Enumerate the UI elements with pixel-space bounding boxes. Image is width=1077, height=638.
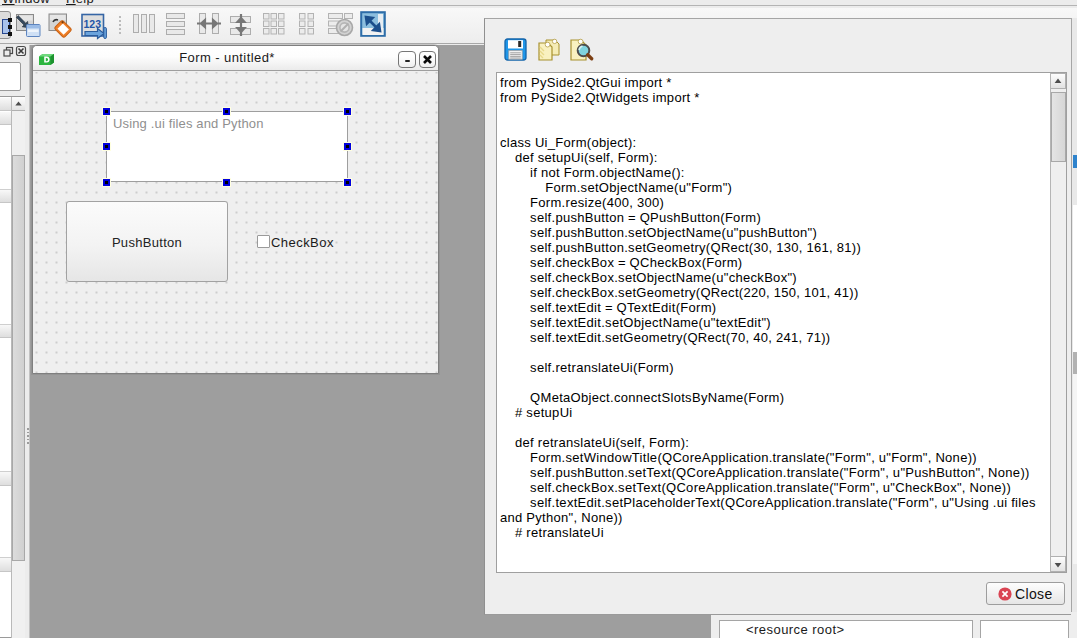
svg-text:123: 123 [84, 18, 102, 30]
